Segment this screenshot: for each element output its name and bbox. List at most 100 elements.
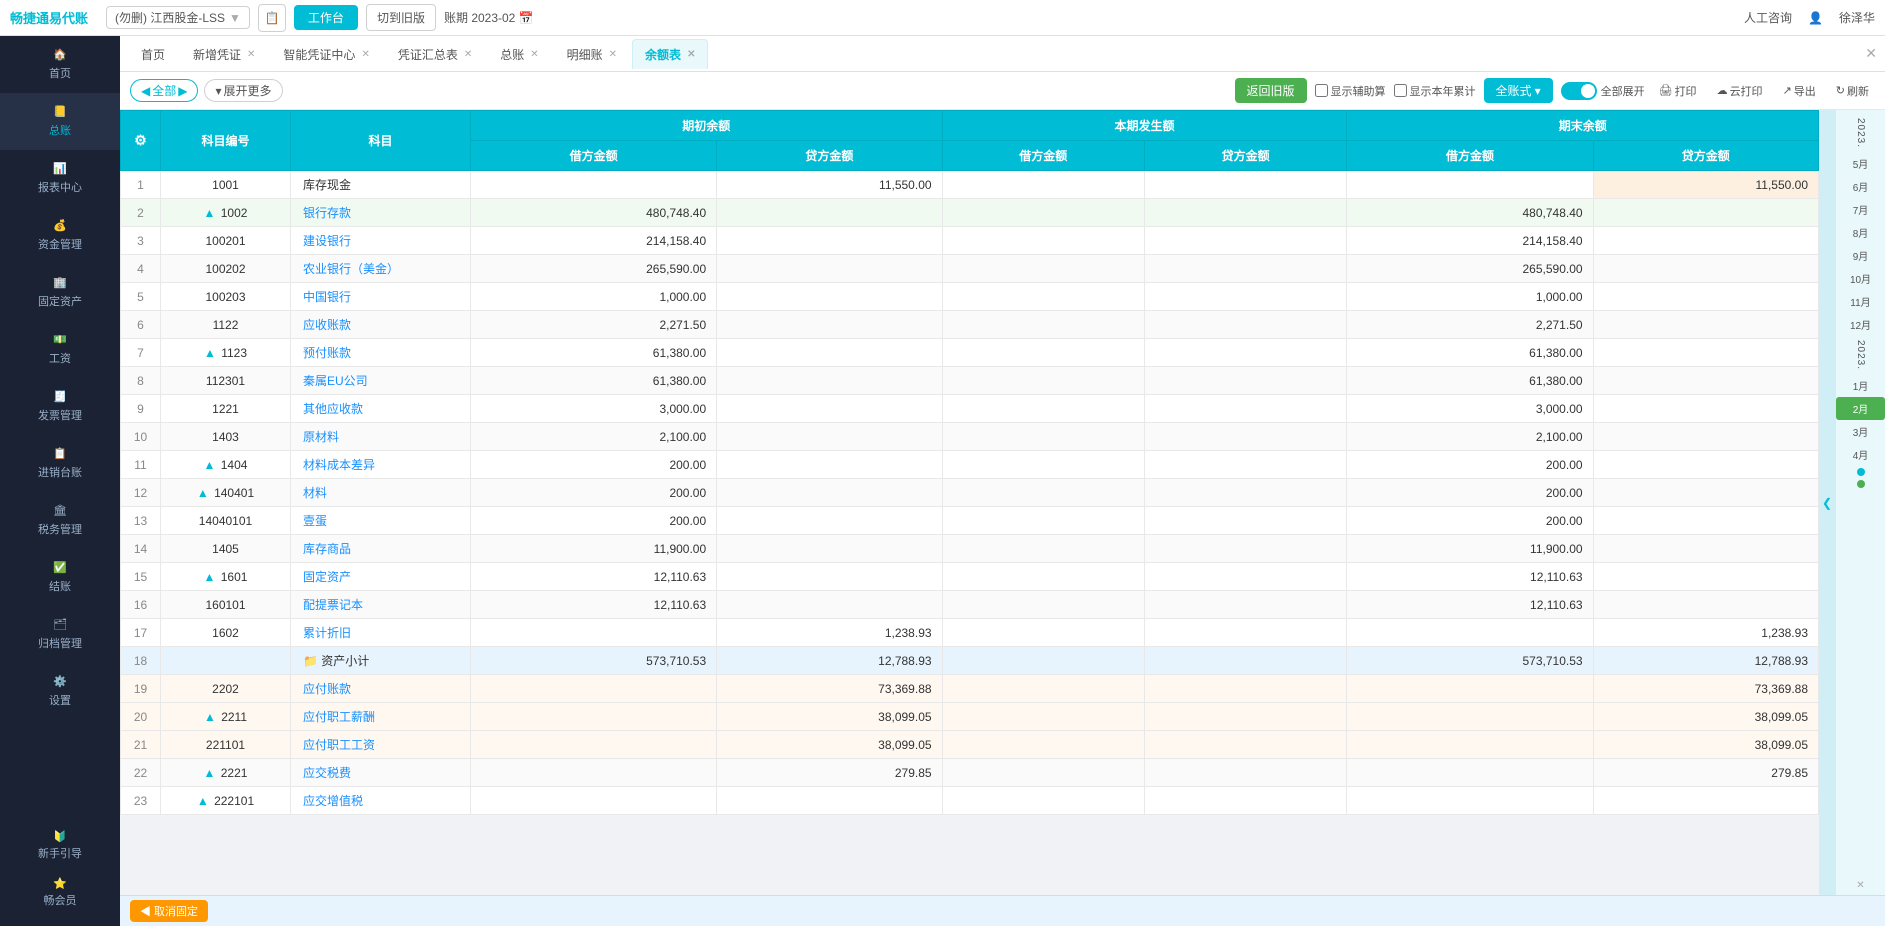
- subject-name-link[interactable]: 应收账款: [303, 318, 351, 332]
- expand-icon[interactable]: ▲: [204, 710, 219, 724]
- company-selector[interactable]: (勿删) 江西股金-LSS ▼: [106, 6, 250, 29]
- sidebar-item-member[interactable]: ⭐ 畅会员: [0, 869, 120, 916]
- subject-name[interactable]: 其他应收款: [291, 395, 471, 423]
- subject-name[interactable]: 材料: [291, 479, 471, 507]
- month-11[interactable]: 11月: [1836, 290, 1885, 313]
- subject-name[interactable]: 秦属EU公司: [291, 367, 471, 395]
- sidebar-item-settle[interactable]: ✅ 结账: [0, 549, 120, 606]
- tab-smart-center[interactable]: 智能凭证中心 ✕: [270, 39, 382, 69]
- month-9[interactable]: 9月: [1836, 244, 1885, 267]
- expand-more-button[interactable]: ▾ 展开更多: [204, 79, 282, 102]
- close-all-button[interactable]: ✕: [1865, 45, 1877, 62]
- subject-name[interactable]: 中国银行: [291, 283, 471, 311]
- month-8[interactable]: 8月: [1836, 221, 1885, 244]
- subject-name[interactable]: 应付职工薪酬: [291, 703, 471, 731]
- expand-all-toggle[interactable]: 全部展开: [1561, 82, 1645, 100]
- subject-name[interactable]: 应付职工工资: [291, 731, 471, 759]
- expand-icon[interactable]: ▲: [204, 206, 219, 220]
- return-old-button[interactable]: 返回旧版: [1235, 78, 1307, 103]
- month-7[interactable]: 7月: [1836, 198, 1885, 221]
- sidebar-item-reports[interactable]: 📊 报表中心: [0, 150, 120, 207]
- subject-name-link[interactable]: 中国银行: [303, 290, 351, 304]
- sidebar-item-capital[interactable]: 💰 资金管理: [0, 207, 120, 264]
- subject-name-link[interactable]: 建设银行: [303, 234, 351, 248]
- tab-voucher-summary-close[interactable]: ✕: [464, 49, 472, 60]
- subject-name-link[interactable]: 应付职工工资: [303, 738, 375, 752]
- subject-name-link[interactable]: 材料: [303, 486, 327, 500]
- unpin-button[interactable]: ◀ 取消固定: [130, 900, 208, 922]
- month-3[interactable]: 3月: [1836, 420, 1885, 443]
- cloud-print-button[interactable]: ☁ 云打印: [1711, 81, 1769, 101]
- sidebar-item-guide[interactable]: 🔰 新手引导: [0, 822, 120, 869]
- ytd-check-input[interactable]: [1394, 84, 1407, 97]
- subject-name-link[interactable]: 材料成本差异: [303, 458, 375, 472]
- subject-name[interactable]: 应交税费: [291, 759, 471, 787]
- show-auxiliary-checkbox[interactable]: 显示辅助算: [1315, 83, 1386, 99]
- month-12[interactable]: 12月: [1836, 313, 1885, 336]
- print-button[interactable]: 🖨 打印: [1653, 81, 1703, 101]
- subject-name-link[interactable]: 银行存款: [303, 206, 351, 220]
- subject-name[interactable]: 固定资产: [291, 563, 471, 591]
- expand-icon[interactable]: ▲: [204, 570, 219, 584]
- subject-name-link[interactable]: 累计折旧: [303, 626, 351, 640]
- sidebar-item-fixed[interactable]: 🏢 固定资产: [0, 264, 120, 321]
- old-version-button[interactable]: 切到旧版: [366, 4, 436, 31]
- subject-name-link[interactable]: 固定资产: [303, 570, 351, 584]
- month-6[interactable]: 6月: [1836, 175, 1885, 198]
- toggle-control[interactable]: [1561, 82, 1597, 100]
- export-button[interactable]: ↗ 导出: [1777, 81, 1822, 101]
- subject-name[interactable]: 建设银行: [291, 227, 471, 255]
- consult-link[interactable]: 人工咨询: [1744, 9, 1792, 26]
- expand-icon[interactable]: ▲: [204, 458, 219, 472]
- expand-icon[interactable]: ▲: [204, 346, 219, 360]
- panel-arrow[interactable]: ❮: [1819, 110, 1835, 895]
- sidebar-item-sales[interactable]: 📋 进销台账: [0, 435, 120, 492]
- auxiliary-check-input[interactable]: [1315, 84, 1328, 97]
- sidebar-item-settings[interactable]: ⚙️ 设置: [0, 663, 120, 720]
- subject-name[interactable]: 应收账款: [291, 311, 471, 339]
- month-4[interactable]: 4月: [1836, 443, 1885, 466]
- subject-name[interactable]: 应交增值税: [291, 787, 471, 815]
- subject-name-link[interactable]: 配提票记本: [303, 598, 363, 612]
- all-filter-button[interactable]: ◀ 全部 ▶: [130, 79, 198, 102]
- subject-name-link[interactable]: 原材料: [303, 430, 339, 444]
- subject-name[interactable]: 原材料: [291, 423, 471, 451]
- subject-name[interactable]: 累计折旧: [291, 619, 471, 647]
- subject-name-link[interactable]: 农业银行（美金）: [303, 262, 399, 276]
- tab-balance-close[interactable]: ✕: [687, 49, 695, 60]
- tab-new-voucher-close[interactable]: ✕: [247, 49, 255, 60]
- sidebar-item-archive[interactable]: 🗂 归档管理: [0, 606, 120, 663]
- workbench-button[interactable]: 工作台: [294, 5, 358, 30]
- month-5[interactable]: 5月: [1836, 152, 1885, 175]
- subject-name[interactable]: 农业银行（美金）: [291, 255, 471, 283]
- tab-new-voucher[interactable]: 新增凭证 ✕: [180, 39, 268, 69]
- subject-name-link[interactable]: 预付账款: [303, 346, 351, 360]
- sidebar-item-ledger[interactable]: 📒 总账: [0, 93, 120, 150]
- refresh-button[interactable]: ↻ 刷新: [1830, 81, 1875, 101]
- full-mode-button[interactable]: 全账式 ▾: [1484, 78, 1553, 103]
- subject-name-link[interactable]: 其他应收款: [303, 402, 363, 416]
- expand-icon[interactable]: ▲: [204, 766, 219, 780]
- month-10[interactable]: 10月: [1836, 267, 1885, 290]
- month-2-active[interactable]: 2月: [1836, 397, 1885, 420]
- tab-voucher-summary[interactable]: 凭证汇总表 ✕: [385, 39, 485, 69]
- subject-name-link[interactable]: 应付职工薪酬: [303, 710, 375, 724]
- month-1[interactable]: 1月: [1836, 374, 1885, 397]
- subject-name[interactable]: 库存商品: [291, 535, 471, 563]
- gear-icon[interactable]: ⚙: [134, 132, 147, 148]
- subject-name-link[interactable]: 应交税费: [303, 766, 351, 780]
- sidebar-item-tax[interactable]: 🏛 税务管理: [0, 492, 120, 549]
- subject-name[interactable]: 银行存款: [291, 199, 471, 227]
- tab-ledger[interactable]: 总账 ✕: [487, 39, 551, 69]
- close-panel-btn[interactable]: ✕: [1856, 880, 1864, 891]
- tab-detail-close[interactable]: ✕: [609, 49, 617, 60]
- subject-name[interactable]: 配提票记本: [291, 591, 471, 619]
- subject-name[interactable]: 应付账款: [291, 675, 471, 703]
- tab-ledger-close[interactable]: ✕: [530, 49, 538, 60]
- tab-home[interactable]: 首页: [128, 39, 178, 69]
- sidebar-item-home[interactable]: 🏠 首页: [0, 36, 120, 93]
- show-ytd-checkbox[interactable]: 显示本年累计: [1394, 83, 1476, 99]
- sidebar-item-payroll[interactable]: 💵 工资: [0, 321, 120, 378]
- expand-icon[interactable]: ▲: [197, 794, 212, 808]
- subject-name-link[interactable]: 库存商品: [303, 542, 351, 556]
